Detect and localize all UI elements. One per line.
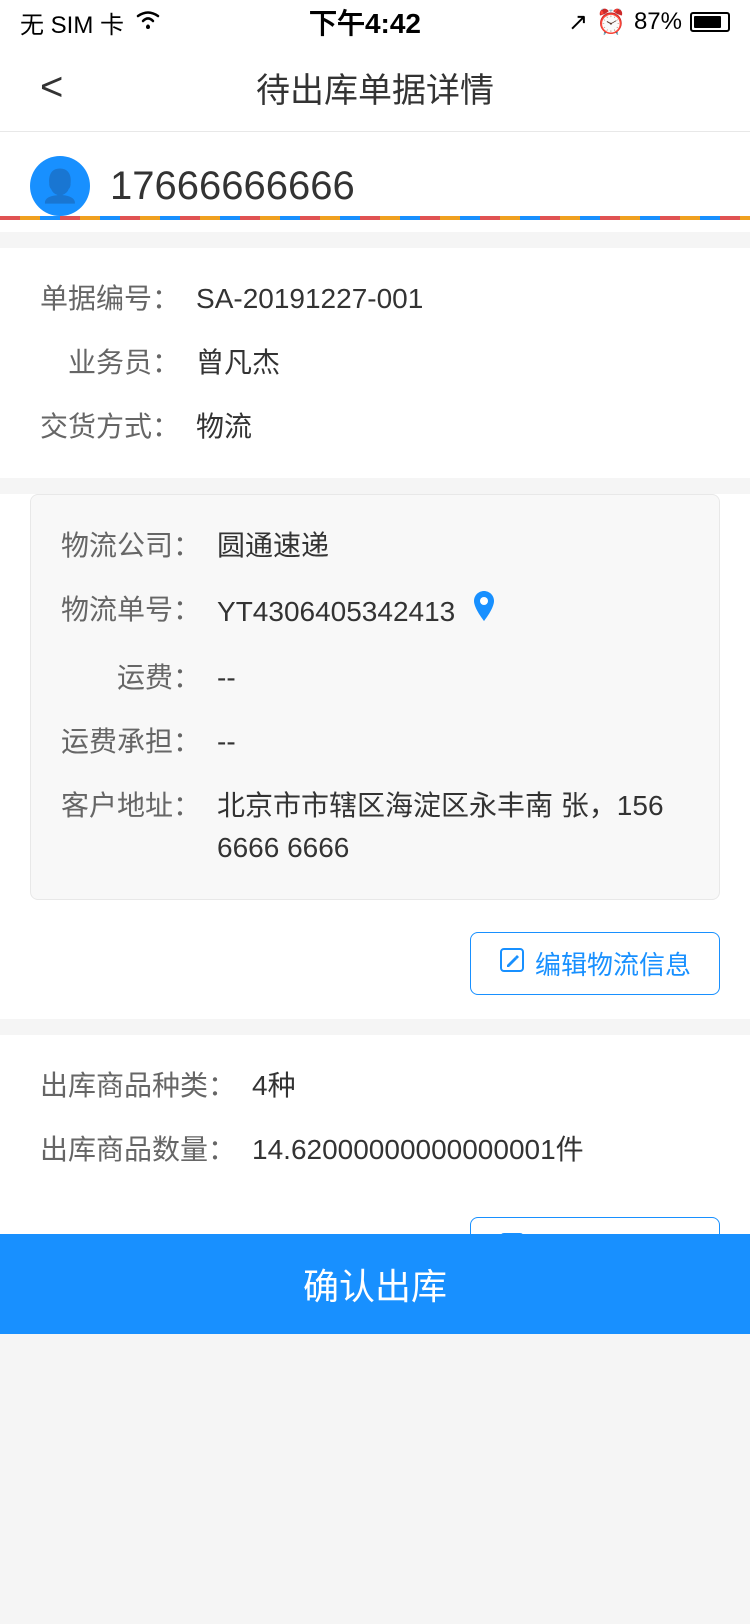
goods-quantity-row: 出库商品数量： 14.62000000000000001件 (40, 1129, 710, 1171)
logistics-tracking-label: 物流单号： (61, 589, 201, 631)
customer-address-label: 客户地址： (61, 785, 201, 827)
dashed-divider (0, 216, 750, 220)
salesperson-label: 业务员： (40, 342, 180, 384)
basic-info-section: 单据编号： SA-20191227-001 业务员： 曾凡杰 交货方式： 物流 (0, 248, 750, 478)
empty-area (0, 1304, 750, 1504)
salesperson-value: 曾凡杰 (196, 342, 710, 384)
logistics-company-row: 物流公司： 圆通速递 (61, 525, 689, 567)
battery-percent: 87% (634, 8, 682, 36)
confirm-btn-label: 确认出库 (303, 1258, 447, 1310)
delivery-method-row: 交货方式： 物流 (40, 406, 710, 448)
edit-btn-wrap: 编辑物流信息 (0, 916, 750, 1019)
freight-bear-value: -- (217, 721, 689, 763)
goods-type-value: 4种 (252, 1065, 710, 1107)
dashed-divider-wrap (0, 216, 750, 232)
status-right: ↗ ⏰ 87% (568, 8, 730, 37)
avatar-icon: 👤 (40, 167, 80, 205)
avatar: 👤 (30, 156, 90, 216)
edit-logistics-button[interactable]: 编辑物流信息 (470, 932, 720, 995)
location-arrow-icon: ↗ (568, 8, 588, 37)
logistics-tracking-value-wrap: YT4306405342413 (217, 589, 499, 635)
logistics-tracking-row: 物流单号： YT4306405342413 (61, 589, 689, 635)
delivery-method-value: 物流 (196, 406, 710, 448)
goods-section: 出库商品种类： 4种 出库商品数量： 14.62000000000000001件 (0, 1035, 750, 1201)
customer-address-value: 北京市市辖区海淀区永丰南 张，156 6666 6666 (217, 785, 689, 869)
map-pin-icon[interactable] (469, 589, 499, 635)
nav-bar: < 待出库单据详情 (0, 44, 750, 132)
goods-type-label: 出库商品种类： (40, 1065, 236, 1107)
doc-number-row: 单据编号： SA-20191227-001 (40, 278, 710, 320)
alarm-icon: ⏰ (596, 8, 626, 37)
back-button[interactable]: < (30, 55, 73, 120)
customer-address-row: 客户地址： 北京市市辖区海淀区永丰南 张，156 6666 6666 (61, 785, 689, 869)
phone-header: 👤 17666666666 (0, 132, 750, 216)
section-divider-1 (0, 1019, 750, 1035)
goods-quantity-label: 出库商品数量： (40, 1129, 236, 1171)
edit-logistics-label: 编辑物流信息 (535, 945, 691, 982)
nav-title: 待出库单据详情 (256, 63, 494, 112)
doc-number-value: SA-20191227-001 (196, 278, 710, 320)
goods-quantity-value: 14.62000000000000001件 (252, 1129, 710, 1171)
freight-bear-label: 运费承担： (61, 721, 201, 763)
status-time: 下午4:42 (309, 2, 421, 42)
doc-number-label: 单据编号： (40, 278, 180, 320)
status-left: 无 SIM 卡 (20, 5, 162, 40)
battery-icon (690, 12, 730, 32)
logistics-card: 物流公司： 圆通速递 物流单号： YT4306405342413 运费： (30, 494, 720, 900)
freight-row: 运费： -- (61, 657, 689, 699)
carrier-label: 无 SIM 卡 (20, 5, 124, 40)
wifi-icon (134, 8, 162, 37)
freight-bear-row: 运费承担： -- (61, 721, 689, 763)
delivery-method-label: 交货方式： (40, 406, 180, 448)
salesperson-row: 业务员： 曾凡杰 (40, 342, 710, 384)
logistics-company-label: 物流公司： (61, 525, 201, 567)
goods-type-row: 出库商品种类： 4种 (40, 1065, 710, 1107)
confirm-outbound-button[interactable]: 确认出库 (0, 1234, 750, 1334)
bottom-area: 确认出库 (0, 1234, 750, 1334)
phone-number: 17666666666 (110, 164, 355, 209)
edit-icon (499, 947, 525, 980)
logistics-wrapper: 物流公司： 圆通速递 物流单号： YT4306405342413 运费： (0, 494, 750, 1019)
main-content: 👤 17666666666 单据编号： SA-20191227-001 业务员：… (0, 132, 750, 1624)
logistics-company-value: 圆通速递 (217, 525, 689, 567)
logistics-tracking-value: YT4306405342413 (217, 591, 455, 633)
status-bar: 无 SIM 卡 下午4:42 ↗ ⏰ 87% (0, 0, 750, 44)
freight-value: -- (217, 657, 689, 699)
freight-label: 运费： (61, 657, 201, 699)
